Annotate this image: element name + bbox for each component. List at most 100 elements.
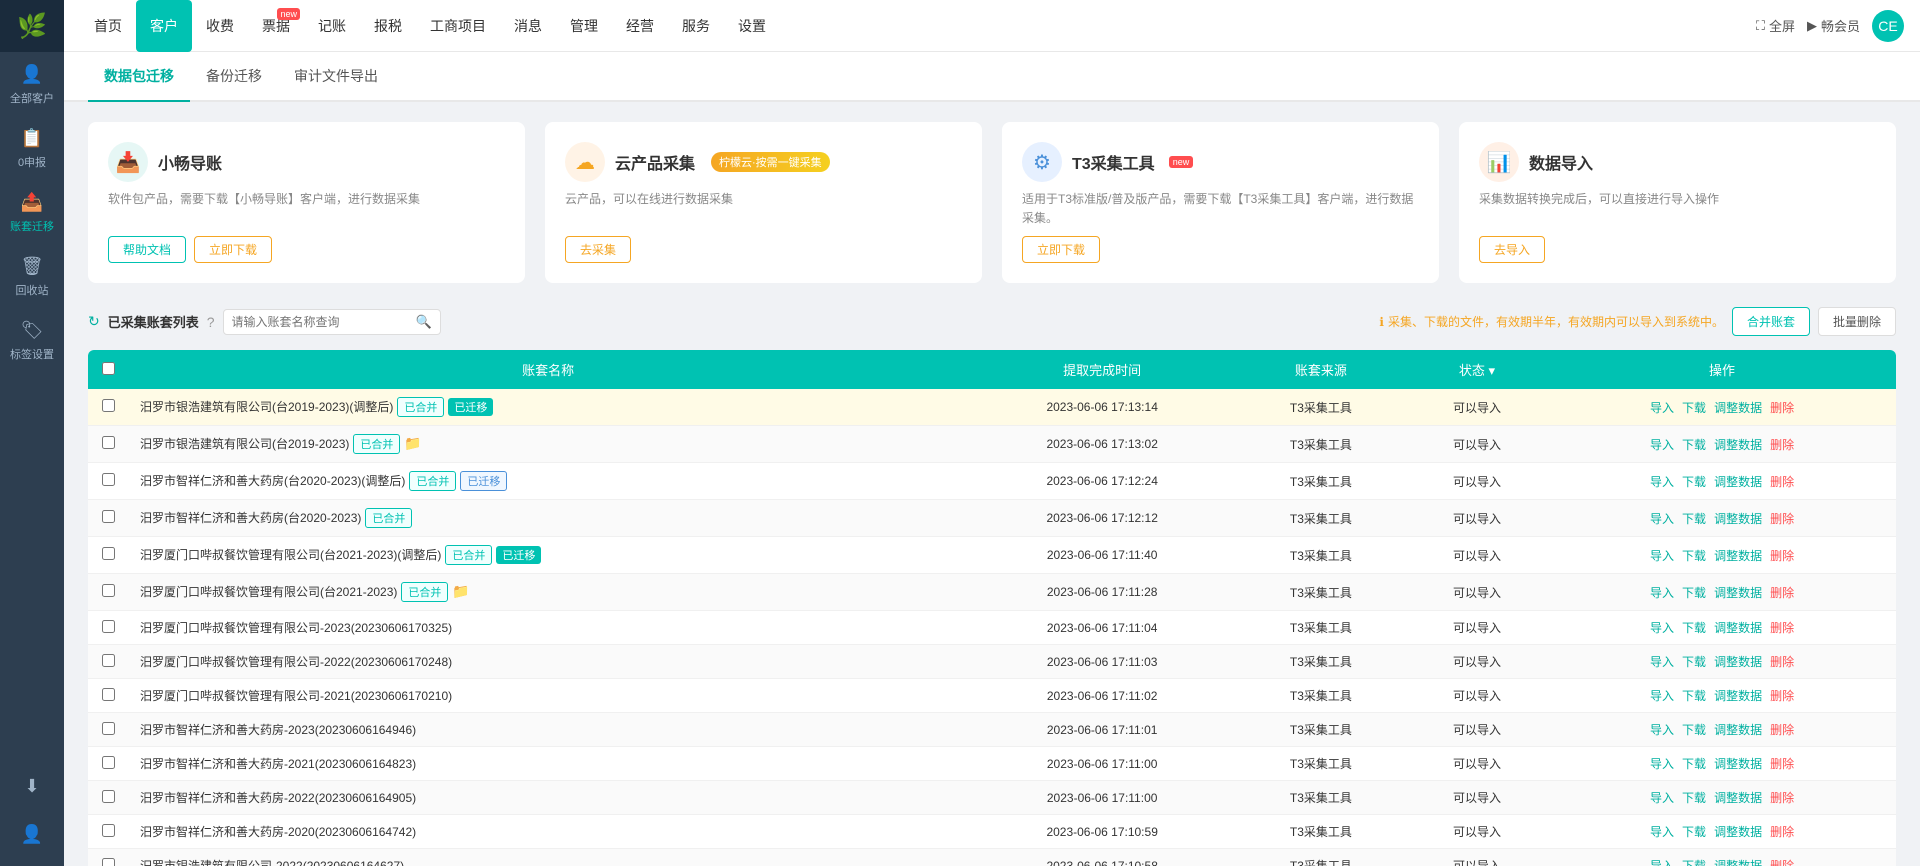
tab-data-migrate[interactable]: 数据包迁移 <box>88 52 190 102</box>
action-下载[interactable]: 下载 <box>1678 755 1710 772</box>
action-下载[interactable]: 下载 <box>1678 436 1710 453</box>
action-调整数据[interactable]: 调整数据 <box>1710 687 1766 704</box>
row-checkbox[interactable] <box>102 688 115 701</box>
action-删除[interactable]: 删除 <box>1766 436 1798 453</box>
action-下载[interactable]: 下载 <box>1678 510 1710 527</box>
tab-audit-export[interactable]: 审计文件导出 <box>278 52 394 102</box>
refresh-icon[interactable]: ↻ <box>88 313 100 330</box>
action-调整数据[interactable]: 调整数据 <box>1710 857 1766 866</box>
action-删除[interactable]: 删除 <box>1766 755 1798 772</box>
action-下载[interactable]: 下载 <box>1678 823 1710 840</box>
nav-manage[interactable]: 管理 <box>556 0 612 52</box>
action-调整数据[interactable]: 调整数据 <box>1710 510 1766 527</box>
nav-tax[interactable]: 报税 <box>360 0 416 52</box>
action-导入[interactable]: 导入 <box>1646 547 1678 564</box>
action-删除[interactable]: 删除 <box>1766 823 1798 840</box>
action-导入[interactable]: 导入 <box>1646 721 1678 738</box>
row-checkbox[interactable] <box>102 790 115 803</box>
nav-biz[interactable]: 工商项目 <box>416 0 500 52</box>
action-调整数据[interactable]: 调整数据 <box>1710 721 1766 738</box>
action-删除[interactable]: 删除 <box>1766 547 1798 564</box>
row-checkbox[interactable] <box>102 620 115 633</box>
action-调整数据[interactable]: 调整数据 <box>1710 584 1766 601</box>
nav-ops[interactable]: 经营 <box>612 0 668 52</box>
t3-download-button[interactable]: 立即下载 <box>1022 236 1100 263</box>
col-status[interactable]: 状态 ▾ <box>1406 350 1548 389</box>
sidebar-item-account-transfer[interactable]: 📤 账套迁移 <box>0 180 64 244</box>
batch-delete-button[interactable]: 批量删除 <box>1818 307 1896 336</box>
action-导入[interactable]: 导入 <box>1646 619 1678 636</box>
nav-msg[interactable]: 消息 <box>500 0 556 52</box>
action-下载[interactable]: 下载 <box>1678 399 1710 416</box>
fullscreen-button[interactable]: ⛶ 全屏 <box>1756 16 1795 35</box>
action-导入[interactable]: 导入 <box>1646 755 1678 772</box>
action-导入[interactable]: 导入 <box>1646 687 1678 704</box>
action-删除[interactable]: 删除 <box>1766 721 1798 738</box>
select-all-checkbox[interactable] <box>102 362 115 375</box>
row-checkbox[interactable] <box>102 584 115 597</box>
sidebar-item-user-bottom[interactable]: 👤 <box>20 812 44 856</box>
action-调整数据[interactable]: 调整数据 <box>1710 473 1766 490</box>
action-下载[interactable]: 下载 <box>1678 687 1710 704</box>
search-icon[interactable]: 🔍 <box>416 314 432 330</box>
action-下载[interactable]: 下载 <box>1678 857 1710 866</box>
go-import-button[interactable]: 去导入 <box>1479 236 1545 263</box>
sidebar-item-tag-settings[interactable]: 🏷 标签设置 <box>0 308 64 372</box>
row-checkbox[interactable] <box>102 399 115 412</box>
avatar[interactable]: CE <box>1872 10 1904 42</box>
action-删除[interactable]: 删除 <box>1766 510 1798 527</box>
action-导入[interactable]: 导入 <box>1646 857 1678 866</box>
action-删除[interactable]: 删除 <box>1766 789 1798 806</box>
action-下载[interactable]: 下载 <box>1678 547 1710 564</box>
row-checkbox[interactable] <box>102 547 115 560</box>
action-调整数据[interactable]: 调整数据 <box>1710 436 1766 453</box>
action-调整数据[interactable]: 调整数据 <box>1710 619 1766 636</box>
nav-fee[interactable]: 收费 <box>192 0 248 52</box>
action-删除[interactable]: 删除 <box>1766 857 1798 866</box>
row-checkbox[interactable] <box>102 436 115 449</box>
nav-settings[interactable]: 设置 <box>724 0 780 52</box>
action-导入[interactable]: 导入 <box>1646 436 1678 453</box>
member-button[interactable]: ▶ 畅会员 <box>1807 16 1860 35</box>
action-删除[interactable]: 删除 <box>1766 584 1798 601</box>
tab-backup-migrate[interactable]: 备份迁移 <box>190 52 278 102</box>
action-删除[interactable]: 删除 <box>1766 399 1798 416</box>
action-删除[interactable]: 删除 <box>1766 653 1798 670</box>
row-checkbox[interactable] <box>102 858 115 866</box>
action-调整数据[interactable]: 调整数据 <box>1710 823 1766 840</box>
search-input[interactable] <box>232 315 412 329</box>
action-下载[interactable]: 下载 <box>1678 653 1710 670</box>
row-checkbox[interactable] <box>102 473 115 486</box>
action-调整数据[interactable]: 调整数据 <box>1710 789 1766 806</box>
action-导入[interactable]: 导入 <box>1646 473 1678 490</box>
go-collect-button[interactable]: 去采集 <box>565 236 631 263</box>
help-doc-button[interactable]: 帮助文档 <box>108 236 186 263</box>
nav-service[interactable]: 服务 <box>668 0 724 52</box>
action-导入[interactable]: 导入 <box>1646 399 1678 416</box>
action-下载[interactable]: 下载 <box>1678 789 1710 806</box>
action-调整数据[interactable]: 调整数据 <box>1710 547 1766 564</box>
row-checkbox[interactable] <box>102 722 115 735</box>
row-checkbox[interactable] <box>102 824 115 837</box>
row-checkbox[interactable] <box>102 654 115 667</box>
action-删除[interactable]: 删除 <box>1766 619 1798 636</box>
action-删除[interactable]: 删除 <box>1766 473 1798 490</box>
action-下载[interactable]: 下载 <box>1678 721 1710 738</box>
action-下载[interactable]: 下载 <box>1678 584 1710 601</box>
action-导入[interactable]: 导入 <box>1646 584 1678 601</box>
action-导入[interactable]: 导入 <box>1646 789 1678 806</box>
action-下载[interactable]: 下载 <box>1678 473 1710 490</box>
sidebar-item-zero-report[interactable]: 📋 0申报 <box>0 116 64 180</box>
nav-home[interactable]: 首页 <box>80 0 136 52</box>
action-删除[interactable]: 删除 <box>1766 687 1798 704</box>
action-调整数据[interactable]: 调整数据 <box>1710 755 1766 772</box>
download-now-button[interactable]: 立即下载 <box>194 236 272 263</box>
action-调整数据[interactable]: 调整数据 <box>1710 653 1766 670</box>
nav-customer[interactable]: 客户 <box>136 0 192 52</box>
action-调整数据[interactable]: 调整数据 <box>1710 399 1766 416</box>
action-导入[interactable]: 导入 <box>1646 510 1678 527</box>
nav-account[interactable]: 记账 <box>304 0 360 52</box>
action-下载[interactable]: 下载 <box>1678 619 1710 636</box>
merge-button[interactable]: 合并账套 <box>1732 307 1810 336</box>
row-checkbox[interactable] <box>102 756 115 769</box>
